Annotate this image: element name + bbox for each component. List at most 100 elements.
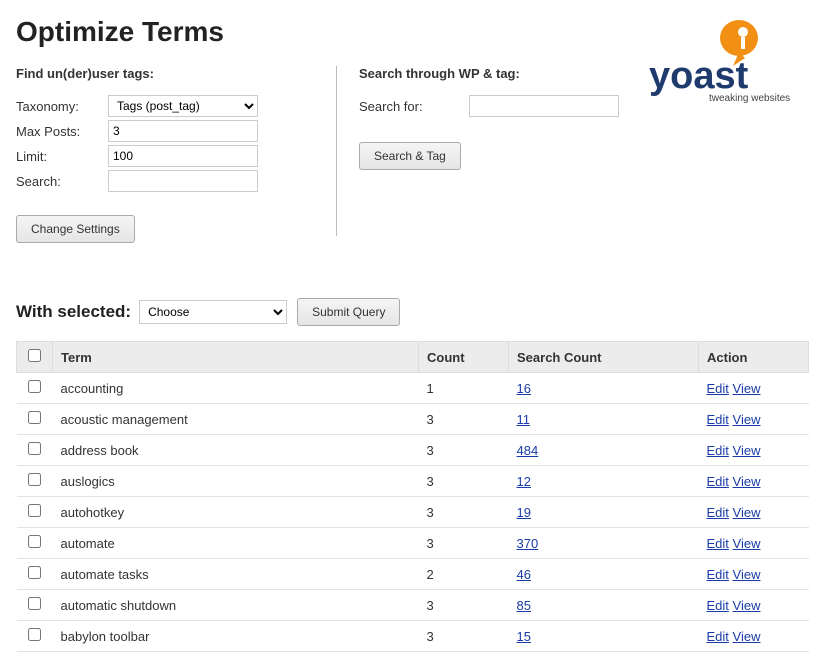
term-cell: address book [53,435,419,466]
edit-link[interactable]: Edit [707,536,729,551]
count-cell: 3 [419,497,509,528]
search-count-link[interactable]: 484 [517,443,539,458]
search-count-cell: 484 [509,435,699,466]
term-cell: automatic shutdown [53,590,419,621]
action-cell: Edit View [699,528,809,559]
search-count-link[interactable]: 46 [517,567,531,582]
view-link[interactable]: View [733,443,761,458]
search-count-link[interactable]: 16 [517,381,531,396]
search-label: Search: [16,174,108,189]
term-cell: automate [53,528,419,559]
row-checkbox[interactable] [28,566,41,579]
term-cell: accounting [53,373,419,404]
count-cell: 2 [419,559,509,590]
edit-link[interactable]: Edit [707,567,729,582]
row-checkbox-cell [17,466,53,497]
action-cell: Edit View [699,621,809,652]
row-checkbox[interactable] [28,628,41,641]
search-count-link[interactable]: 19 [517,505,531,520]
search-count-link[interactable]: 85 [517,598,531,613]
edit-link[interactable]: Edit [707,629,729,644]
table-row: automate3 370 Edit View [17,528,809,559]
count-cell: 3 [419,528,509,559]
view-link[interactable]: View [733,474,761,489]
term-cell: babylon toolbar [53,621,419,652]
action-cell: Edit View [699,435,809,466]
search-count-cell: 19 [509,497,699,528]
table-row: autohotkey3 19 Edit View [17,497,809,528]
edit-link[interactable]: Edit [707,412,729,427]
table-row: auslogics312Edit View [17,466,809,497]
count-cell: 3 [419,466,509,497]
limit-input[interactable] [108,145,258,167]
action-cell: Edit View [699,404,809,435]
row-checkbox[interactable] [28,597,41,610]
taxonomy-select[interactable]: Tags (post_tag) [108,95,258,117]
bulk-select[interactable]: Choose [139,300,287,324]
row-checkbox[interactable] [28,473,41,486]
table-row: acoustic management3 11 Edit View [17,404,809,435]
table-row: address book3 484 Edit View [17,435,809,466]
select-all-checkbox[interactable] [28,349,41,362]
search-count-link[interactable]: 12 [517,474,531,489]
edit-link[interactable]: Edit [707,474,729,489]
view-link[interactable]: View [733,505,761,520]
find-tags-title: Find un(der)user tags: [16,66,316,81]
header-term: Term [53,342,419,373]
action-cell: Edit View [699,466,809,497]
row-checkbox[interactable] [28,535,41,548]
view-link[interactable]: View [733,567,761,582]
view-link[interactable]: View [733,629,761,644]
row-checkbox[interactable] [28,504,41,517]
row-checkbox-cell [17,559,53,590]
max-posts-label: Max Posts: [16,124,108,139]
edit-link[interactable]: Edit [707,505,729,520]
search-for-input[interactable] [469,95,619,117]
term-cell: acoustic management [53,404,419,435]
edit-link[interactable]: Edit [707,381,729,396]
table-row: automate tasks246Edit View [17,559,809,590]
term-cell: autohotkey [53,497,419,528]
row-checkbox[interactable] [28,442,41,455]
edit-link[interactable]: Edit [707,443,729,458]
change-settings-button[interactable]: Change Settings [16,215,135,243]
count-cell: 3 [419,435,509,466]
row-checkbox-cell [17,528,53,559]
view-link[interactable]: View [733,412,761,427]
search-count-cell: 11 [509,404,699,435]
table-row: automatic shutdown3 85 Edit View [17,590,809,621]
row-checkbox[interactable] [28,411,41,424]
count-cell: 3 [419,590,509,621]
search-count-cell: 12 [509,466,699,497]
view-link[interactable]: View [733,381,761,396]
action-cell: Edit View [699,373,809,404]
settings-panels: Find un(der)user tags: Taxonomy: Tags (p… [16,66,809,243]
row-checkbox-cell [17,621,53,652]
search-count-link[interactable]: 15 [517,629,531,644]
limit-label: Limit: [16,149,108,164]
search-count-cell: 15 [509,621,699,652]
search-input[interactable] [108,170,258,192]
search-tag-panel: Search through WP & tag: Search for: Sea… [336,66,646,236]
svg-text:tweaking websites: tweaking websites [709,93,790,104]
table-row: babylon toolbar3 15 Edit View [17,621,809,652]
count-cell: 3 [419,621,509,652]
row-checkbox-cell [17,590,53,621]
max-posts-input[interactable] [108,120,258,142]
edit-link[interactable]: Edit [707,598,729,613]
row-checkbox-cell [17,497,53,528]
search-tag-button[interactable]: Search & Tag [359,142,461,170]
table-row: accounting116Edit View [17,373,809,404]
search-count-cell: 16 [509,373,699,404]
view-link[interactable]: View [733,598,761,613]
count-cell: 3 [419,404,509,435]
header-count: Count [419,342,509,373]
search-count-link[interactable]: 370 [517,536,539,551]
search-tag-title: Search through WP & tag: [359,66,646,81]
search-count-cell: 370 [509,528,699,559]
submit-query-button[interactable]: Submit Query [297,298,400,326]
yoast-logo-icon: yoast tweaking websites [639,18,809,106]
search-count-link[interactable]: 11 [517,412,531,427]
view-link[interactable]: View [733,536,761,551]
row-checkbox[interactable] [28,380,41,393]
